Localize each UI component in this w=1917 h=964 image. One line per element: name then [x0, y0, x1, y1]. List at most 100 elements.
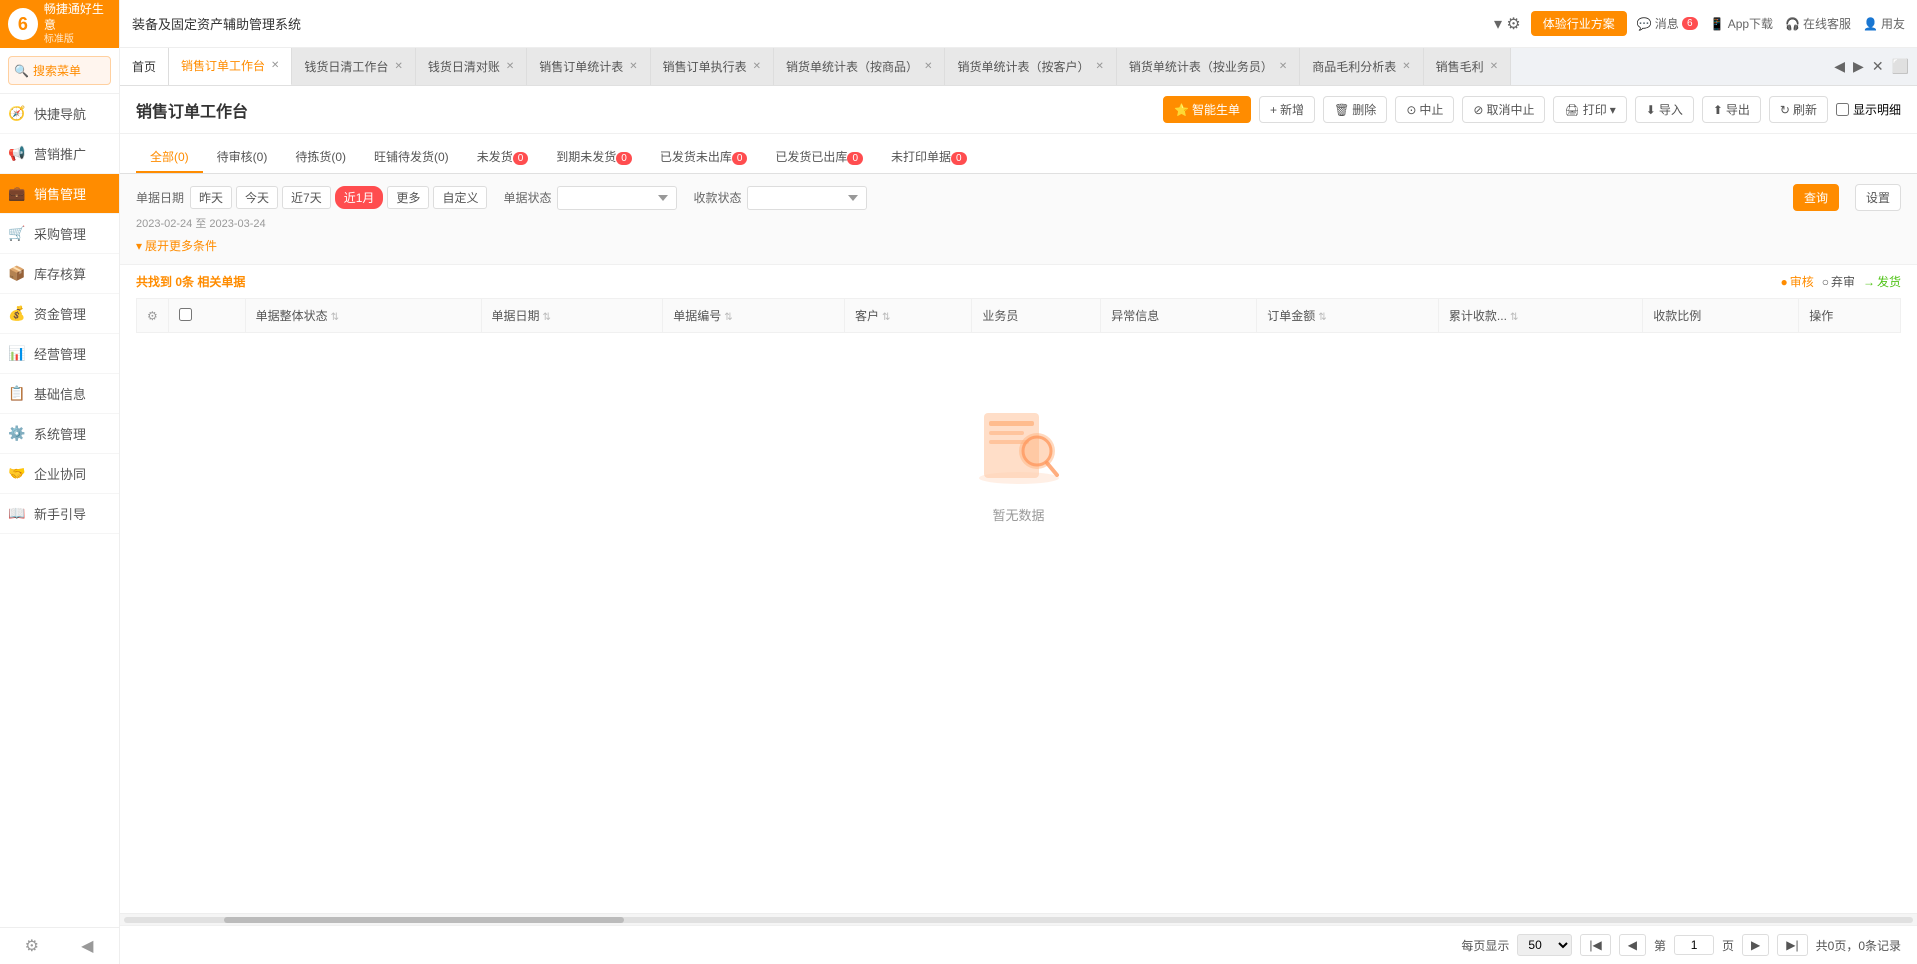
dispatch-btn[interactable]: → 发货 — [1863, 273, 1901, 290]
expand-btn[interactable]: ▾ 展开更多条件 — [136, 237, 1901, 254]
sub-tab-4[interactable]: 未发货0 — [463, 142, 543, 173]
tab-item-7[interactable]: 销货单统计表（按客户）✕ — [945, 48, 1116, 86]
date-quick-btn-3[interactable]: 近1月 — [335, 186, 384, 209]
sidebar-item-0[interactable]: 🧭快捷导航 — [0, 94, 119, 134]
th-payment-ratio[interactable]: 收款比例 — [1643, 299, 1799, 333]
export-btn[interactable]: ⬆ 导出 — [1702, 96, 1761, 123]
settings-button[interactable]: ⚙ — [8, 936, 56, 956]
tab-scroll-right[interactable]: ▶ — [1853, 58, 1864, 75]
th-date[interactable]: 单据日期⇅ — [481, 299, 663, 333]
sidebar-item-2[interactable]: 💼销售管理 — [0, 174, 119, 214]
date-quick-btn-1[interactable]: 今天 — [236, 186, 278, 209]
sidebar-item-6[interactable]: 📊经营管理 — [0, 334, 119, 374]
sidebar-item-3[interactable]: 🛒采购管理 — [0, 214, 119, 254]
th-customer[interactable]: 客户⇅ — [844, 299, 971, 333]
search-menu-button[interactable]: 🔍 搜索菜单 — [8, 56, 111, 85]
delete-btn[interactable]: 🗑 删除 — [1323, 96, 1387, 123]
sidebar-search[interactable]: 🔍 搜索菜单 — [0, 48, 119, 94]
date-quick-btn-5[interactable]: 自定义 — [433, 186, 487, 209]
sub-tab-1[interactable]: 待审核(0) — [203, 142, 282, 173]
review-btn[interactable]: ● 审核 — [1780, 273, 1813, 290]
tab-close-8[interactable]: ✕ — [1279, 61, 1287, 72]
online-service-btn[interactable]: 🎧 在线客服 — [1785, 15, 1851, 32]
tab-close-1[interactable]: ✕ — [271, 60, 279, 71]
tab-item-0[interactable]: 首页 — [120, 48, 169, 86]
bottom-scrollbar[interactable] — [120, 913, 1917, 925]
tab-item-10[interactable]: 销售毛利✕ — [1424, 48, 1511, 86]
sidebar-item-5[interactable]: 💰资金管理 — [0, 294, 119, 334]
tab-item-3[interactable]: 钱货日清对账✕ — [416, 48, 527, 86]
status-select[interactable] — [557, 186, 677, 210]
th-status[interactable]: 单据整体状态⇅ — [245, 299, 481, 333]
tab-item-4[interactable]: 销售订单统计表✕ — [527, 48, 650, 86]
sidebar-item-8[interactable]: ⚙️系统管理 — [0, 414, 119, 454]
sidebar-item-4[interactable]: 📦库存核算 — [0, 254, 119, 294]
tab-item-5[interactable]: 销售订单执行表✕ — [651, 48, 774, 86]
collapse-button[interactable]: ◀ — [64, 936, 112, 956]
tab-scroll-left[interactable]: ◀ — [1834, 58, 1845, 75]
th-number[interactable]: 单据编号⇅ — [663, 299, 845, 333]
sidebar-item-1[interactable]: 📢营销推广 — [0, 134, 119, 174]
tab-close-2[interactable]: ✕ — [394, 61, 402, 72]
sub-tab-6[interactable]: 已发货未出库0 — [646, 142, 762, 173]
sub-tab-5[interactable]: 到期未发货0 — [542, 142, 646, 173]
tab-close-6[interactable]: ✕ — [924, 61, 932, 72]
scrollbar-thumb[interactable] — [224, 917, 624, 923]
cancel-stop-btn[interactable]: ⊘ 取消中止 — [1462, 96, 1545, 123]
tab-close-all[interactable]: ✕ — [1872, 58, 1884, 75]
th-salesman[interactable]: 业务员 — [972, 299, 1101, 333]
date-quick-btn-2[interactable]: 近7天 — [282, 186, 331, 209]
tab-close-5[interactable]: ✕ — [753, 61, 761, 72]
sidebar-item-10[interactable]: 📖新手引导 — [0, 494, 119, 534]
query-btn[interactable]: 查询 — [1793, 184, 1839, 211]
print-btn[interactable]: 🖨 打印 ▾ — [1553, 96, 1626, 123]
settings-filter-btn[interactable]: 设置 — [1855, 184, 1901, 211]
payment-select[interactable] — [747, 186, 867, 210]
th-exception[interactable]: 异常信息 — [1101, 299, 1257, 333]
sidebar-item-9[interactable]: 🤝企业协同 — [0, 454, 119, 494]
sub-tab-3[interactable]: 旺铺待发货(0) — [360, 142, 463, 173]
message-btn[interactable]: 💬 消息 6 — [1637, 15, 1698, 32]
th-cumulative[interactable]: 累计收款...⇅ — [1438, 299, 1642, 333]
sub-tab-7[interactable]: 已发货已出库0 — [761, 142, 877, 173]
prev-page-btn[interactable]: ◀ — [1619, 934, 1646, 956]
first-page-btn[interactable]: |◀ — [1580, 934, 1610, 956]
industry-btn[interactable]: 体验行业方案 — [1531, 11, 1627, 36]
add-btn[interactable]: + 新增 — [1259, 96, 1315, 123]
sub-tab-2[interactable]: 待拣货(0) — [281, 142, 360, 173]
tab-close-7[interactable]: ✕ — [1095, 61, 1103, 72]
th-operation[interactable]: 操作 — [1799, 299, 1901, 333]
cancel-review-btn[interactable]: ○ 弃审 — [1822, 273, 1855, 290]
tab-maximize[interactable]: ⬜ — [1892, 58, 1909, 75]
tab-item-2[interactable]: 钱货日清工作台✕ — [292, 48, 415, 86]
next-page-btn[interactable]: ▶ — [1742, 934, 1769, 956]
last-page-btn[interactable]: ▶| — [1777, 934, 1807, 956]
per-page-select[interactable]: 50 100 — [1517, 934, 1572, 956]
smart-create-btn[interactable]: ⭐ 智能生单 — [1163, 96, 1251, 123]
app-download-btn[interactable]: 📱 App下载 — [1710, 15, 1773, 32]
tab-close-10[interactable]: ✕ — [1490, 61, 1498, 72]
import-btn[interactable]: ⬇ 导入 — [1635, 96, 1694, 123]
tab-item-6[interactable]: 销货单统计表（按商品）✕ — [774, 48, 945, 86]
tab-close-9[interactable]: ✕ — [1402, 61, 1410, 72]
select-all-checkbox[interactable] — [179, 308, 192, 321]
user-btn[interactable]: 👤 用友 — [1863, 15, 1905, 32]
sub-tab-0[interactable]: 全部(0) — [136, 142, 203, 173]
tab-item-9[interactable]: 商品毛利分析表✕ — [1300, 48, 1423, 86]
sidebar-item-7[interactable]: 📋基础信息 — [0, 374, 119, 414]
tab-item-8[interactable]: 销货单统计表（按业务员）✕ — [1117, 48, 1300, 86]
th-amount[interactable]: 订单金额⇅ — [1257, 299, 1439, 333]
tab-close-4[interactable]: ✕ — [629, 61, 637, 72]
tab-item-1[interactable]: 销售订单工作台✕ — [169, 48, 292, 86]
sub-tab-8[interactable]: 未打印单据0 — [877, 142, 981, 173]
date-quick-btn-0[interactable]: 昨天 — [190, 186, 232, 209]
show-detail-checkbox[interactable] — [1836, 103, 1849, 116]
refresh-btn[interactable]: ↻ 刷新 — [1769, 96, 1828, 123]
stop-btn[interactable]: ⊙ 中止 — [1395, 96, 1454, 123]
page-input[interactable]: 1 — [1674, 935, 1714, 955]
system-dropdown[interactable]: ▾ ⚙ — [1494, 14, 1521, 34]
column-settings-icon[interactable]: ⚙ — [147, 309, 158, 323]
show-detail-label[interactable]: 显示明细 — [1836, 101, 1901, 118]
date-quick-btn-4[interactable]: 更多 — [387, 186, 429, 209]
tab-close-3[interactable]: ✕ — [506, 61, 514, 72]
